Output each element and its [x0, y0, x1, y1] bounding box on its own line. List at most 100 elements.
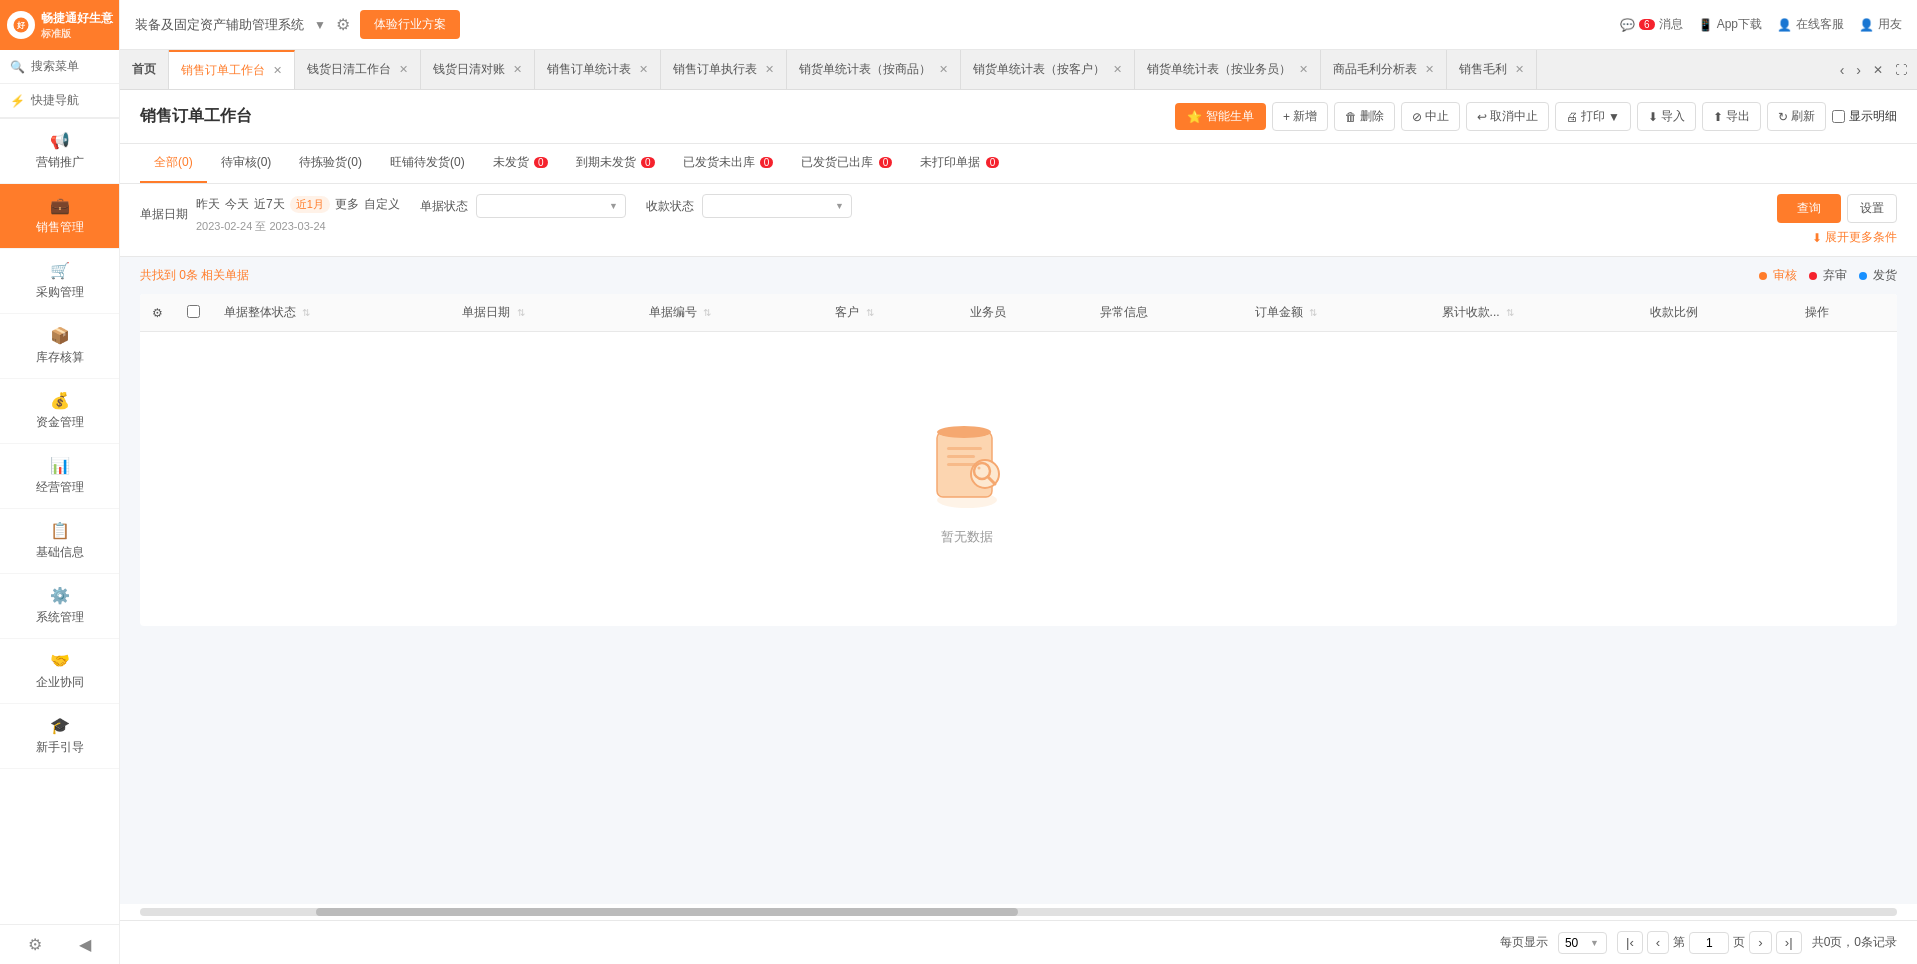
- tab-daily-clear-close[interactable]: ✕: [399, 63, 408, 76]
- date-opt-custom[interactable]: 自定义: [364, 194, 400, 215]
- sidebar-item-system[interactable]: ⚙️ 系统管理: [0, 574, 119, 639]
- tab-customer-stat-close[interactable]: ✕: [1113, 63, 1122, 76]
- sidebar-item-finance[interactable]: 💰 资金管理: [0, 379, 119, 444]
- tab-prev-arrow[interactable]: ‹: [1835, 60, 1850, 80]
- sidebar-item-purchase[interactable]: 🛒 采购管理: [0, 249, 119, 314]
- sidebar-item-newbie[interactable]: 🎓 新手引导: [0, 704, 119, 769]
- tab-salesman-stat[interactable]: 销货单统计表（按业务员） ✕: [1135, 50, 1321, 90]
- filter-tab-shipped-out[interactable]: 已发货已出库 0: [787, 144, 906, 183]
- online-service-item[interactable]: 👤 在线客服: [1777, 16, 1844, 33]
- tab-gross-profit-close[interactable]: ✕: [1425, 63, 1434, 76]
- message-item[interactable]: 💬 6 消息: [1620, 16, 1683, 33]
- payment-select[interactable]: [702, 194, 852, 218]
- tab-sales-workbench[interactable]: 销售订单工作台 ✕: [169, 50, 295, 90]
- tab-sales-stat-close[interactable]: ✕: [639, 63, 648, 76]
- th-number-sort[interactable]: ⇅: [703, 307, 711, 318]
- per-page-select[interactable]: 50 100 200: [1558, 932, 1607, 954]
- filter-tab-overdue-unshipped[interactable]: 到期未发货 0: [562, 144, 669, 183]
- th-cumulative-sort[interactable]: ⇅: [1506, 307, 1514, 318]
- cancel-stop-btn[interactable]: ↩ 取消中止: [1466, 102, 1549, 131]
- first-page-btn[interactable]: |‹: [1617, 931, 1643, 954]
- cancel-review-meta-btn[interactable]: 弃审: [1809, 267, 1847, 284]
- industry-btn[interactable]: 体验行业方案: [360, 10, 460, 39]
- delete-btn[interactable]: 🗑 删除: [1334, 102, 1395, 131]
- sidebar-collapse-icon[interactable]: ◀: [79, 935, 91, 954]
- tab-salesman-stat-close[interactable]: ✕: [1299, 63, 1308, 76]
- search-settings-btn[interactable]: 设置: [1847, 194, 1897, 223]
- select-all-checkbox[interactable]: [187, 305, 200, 318]
- tab-next-arrow[interactable]: ›: [1851, 60, 1866, 80]
- filter-tab-pending-pick[interactable]: 待拣验货(0): [285, 144, 376, 183]
- print-btn[interactable]: 🖨 打印 ▼: [1555, 102, 1631, 131]
- sidebar-settings-icon[interactable]: ⚙: [28, 935, 42, 954]
- sidebar-item-marketing[interactable]: 📢 营销推广: [0, 119, 119, 184]
- export-btn[interactable]: ⬆ 导出: [1702, 102, 1761, 131]
- search-menu[interactable]: 🔍 搜索菜单: [0, 50, 119, 84]
- svg-rect-6: [947, 447, 982, 450]
- tab-goods-stat[interactable]: 销货单统计表（按商品） ✕: [787, 50, 961, 90]
- quick-nav[interactable]: ⚡ 快捷导航: [0, 84, 119, 119]
- status-select[interactable]: [476, 194, 626, 218]
- tab-home[interactable]: 首页: [120, 50, 169, 90]
- page-input[interactable]: [1689, 932, 1729, 954]
- user-item[interactable]: 👤 用友: [1859, 16, 1902, 33]
- th-date-sort[interactable]: ⇅: [517, 307, 525, 318]
- tab-reconcile-close[interactable]: ✕: [513, 63, 522, 76]
- tab-sales-exec[interactable]: 销售订单执行表 ✕: [661, 50, 787, 90]
- show-detail-input[interactable]: [1832, 110, 1845, 123]
- tab-maximize[interactable]: ⛶: [1890, 61, 1912, 79]
- tab-sales-gross-close[interactable]: ✕: [1515, 63, 1524, 76]
- th-status-sort[interactable]: ⇅: [302, 307, 310, 318]
- smart-gen-btn[interactable]: ⭐ 智能生单: [1175, 103, 1266, 130]
- stop-btn[interactable]: ⊘ 中止: [1401, 102, 1460, 131]
- query-btn[interactable]: 查询: [1777, 194, 1841, 223]
- review-dot: [1759, 272, 1767, 280]
- date-opt-yesterday[interactable]: 昨天: [196, 194, 220, 215]
- prev-page-btn[interactable]: ‹: [1647, 931, 1669, 954]
- filter-tab-shipped-no-outstock[interactable]: 已发货未出库 0: [669, 144, 788, 183]
- th-checkbox[interactable]: [175, 294, 212, 332]
- tab-gross-profit[interactable]: 商品毛利分析表 ✕: [1321, 50, 1447, 90]
- filter-tab-unprinted[interactable]: 未打印单据 0: [906, 144, 1013, 183]
- topbar-gear-icon[interactable]: ⚙: [336, 15, 350, 34]
- app-download-item[interactable]: 📱 App下载: [1698, 16, 1762, 33]
- tab-daily-clear[interactable]: 钱货日清工作台 ✕: [295, 50, 421, 90]
- filter-tab-unshipped[interactable]: 未发货 0: [479, 144, 562, 183]
- last-page-btn[interactable]: ›|: [1776, 931, 1802, 954]
- date-opt-7days[interactable]: 近7天: [254, 194, 285, 215]
- tab-goods-stat-close[interactable]: ✕: [939, 63, 948, 76]
- expand-btn[interactable]: ⬇ 展开更多条件: [1812, 229, 1897, 246]
- filter-tab-all[interactable]: 全部(0): [140, 144, 207, 183]
- tab-sales-stat[interactable]: 销售订单统计表 ✕: [535, 50, 661, 90]
- filter-tab-pending-review[interactable]: 待审核(0): [207, 144, 286, 183]
- tab-close-all[interactable]: ✕: [1868, 61, 1888, 79]
- topbar-arrow-icon[interactable]: ▼: [314, 18, 326, 32]
- show-detail-checkbox[interactable]: 显示明细: [1832, 108, 1897, 125]
- th-settings[interactable]: ⚙: [140, 294, 175, 332]
- tab-customer-stat[interactable]: 销货单统计表（按客户） ✕: [961, 50, 1135, 90]
- sidebar-item-operations[interactable]: 📊 经营管理: [0, 444, 119, 509]
- add-btn[interactable]: + 新增: [1272, 102, 1328, 131]
- th-customer-sort[interactable]: ⇅: [866, 307, 874, 318]
- tab-sales-gross[interactable]: 销售毛利 ✕: [1447, 50, 1537, 90]
- tab-sales-workbench-close[interactable]: ✕: [273, 64, 282, 77]
- date-opt-today[interactable]: 今天: [225, 194, 249, 215]
- th-amount-sort[interactable]: ⇅: [1309, 307, 1317, 318]
- sidebar-item-sales[interactable]: 💼 销售管理: [0, 184, 119, 249]
- ship-meta-btn[interactable]: 发货: [1859, 267, 1897, 284]
- next-page-btn[interactable]: ›: [1749, 931, 1771, 954]
- sidebar-item-collab[interactable]: 🤝 企业协同: [0, 639, 119, 704]
- sidebar-item-basic-info[interactable]: 📋 基础信息: [0, 509, 119, 574]
- refresh-btn[interactable]: ↻ 刷新: [1767, 102, 1826, 131]
- date-opt-more[interactable]: 更多: [335, 194, 359, 215]
- horizontal-scrollbar[interactable]: [140, 908, 1897, 916]
- filter-tab-shop-pending[interactable]: 旺铺待发货(0): [376, 144, 479, 183]
- date-opt-1month[interactable]: 近1月: [290, 196, 330, 213]
- scroll-thumb[interactable]: [316, 908, 1019, 916]
- tab-sales-exec-close[interactable]: ✕: [765, 63, 774, 76]
- review-meta-btn[interactable]: 审核: [1759, 267, 1797, 284]
- sidebar-item-inventory[interactable]: 📦 库存核算: [0, 314, 119, 379]
- import-btn[interactable]: ⬇ 导入: [1637, 102, 1696, 131]
- th-ratio: 收款比例: [1638, 294, 1794, 332]
- tab-reconcile[interactable]: 钱货日清对账 ✕: [421, 50, 535, 90]
